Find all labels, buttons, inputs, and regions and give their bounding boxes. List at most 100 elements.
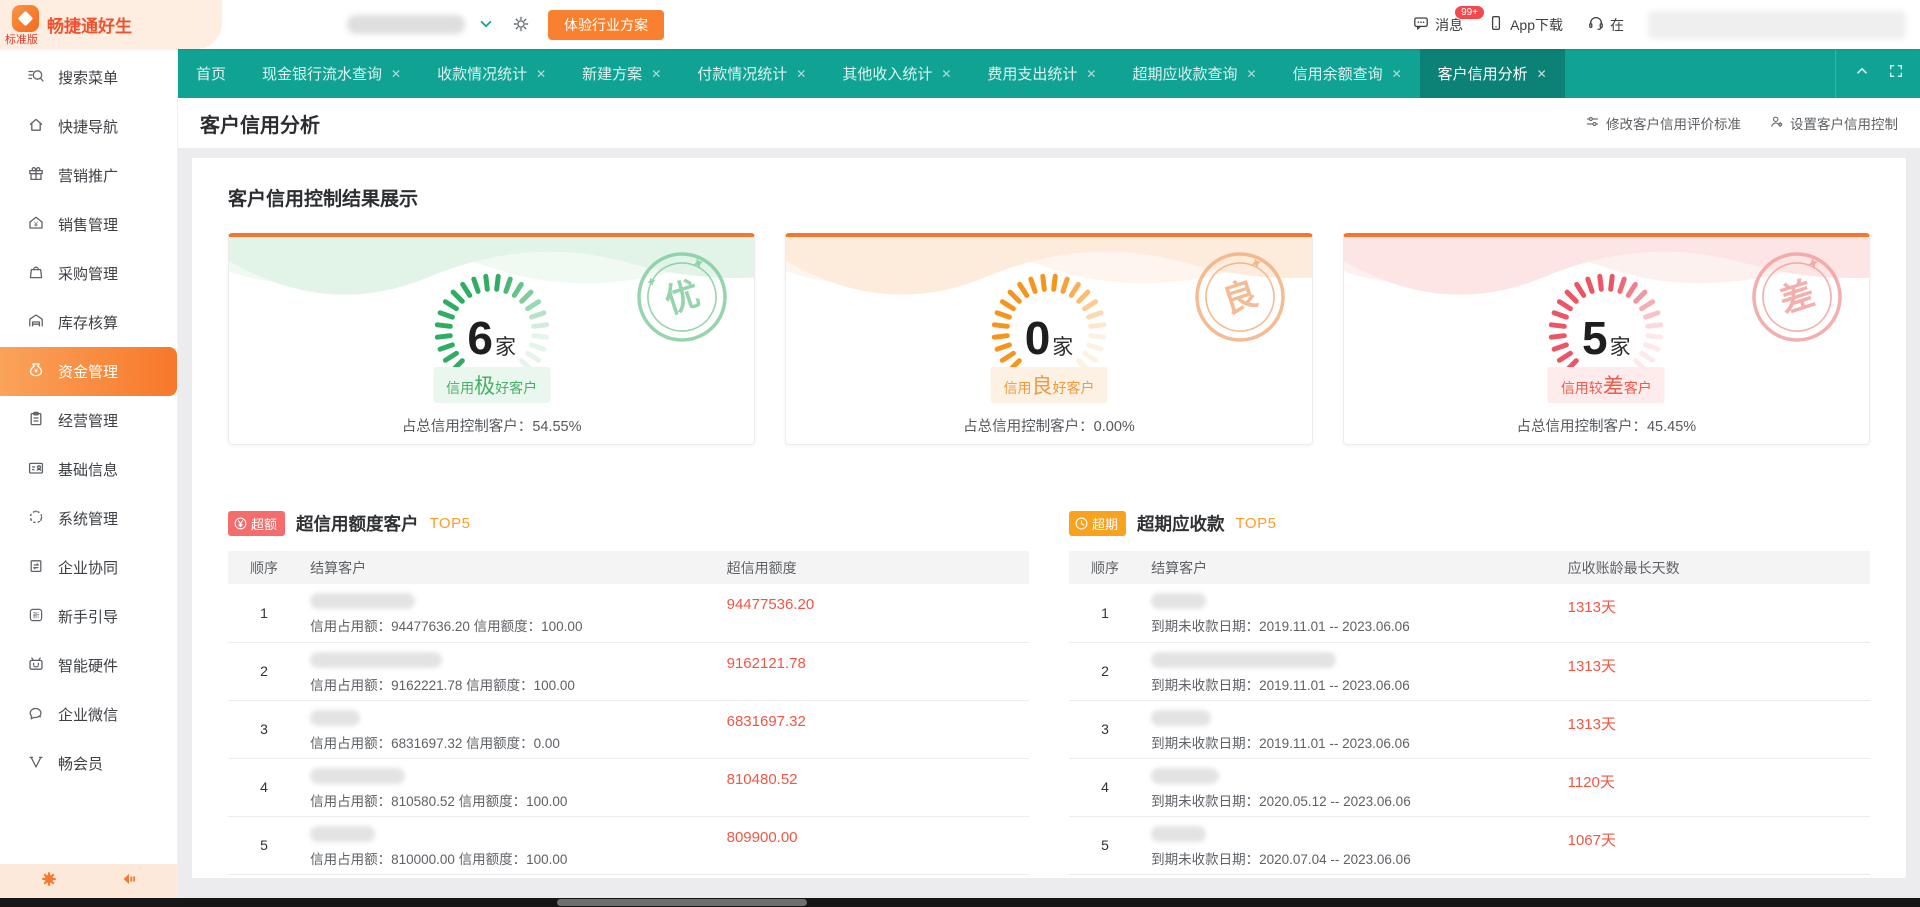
close-icon[interactable]: ✕: [1392, 67, 1402, 81]
sidebar-item-sales-mgmt[interactable]: ¥ 销售管理: [0, 200, 177, 249]
trial-industry-plan-button[interactable]: 体验行业方案: [548, 10, 664, 40]
gear-icon[interactable]: [512, 15, 530, 38]
rank-cell: 5: [228, 816, 301, 875]
clock-icon: [1075, 517, 1088, 530]
sidebar-item-label: 采购管理: [58, 266, 119, 283]
label-pre: 信用: [1003, 380, 1032, 396]
sidebar-item-search-menu[interactable]: 搜索菜单: [0, 53, 177, 102]
over-credit-table-block: 超额 超信用额度客户 TOP5 顺序 结算客户 超信用额度 1 信用占用额：94…: [228, 511, 1029, 875]
gift-icon: [27, 165, 45, 187]
count-value: 0: [1024, 312, 1051, 364]
content-area: 客户信用控制结果展示 6家 信用极好客户 占总信用控制客户：54.55% 优 0…: [178, 148, 1920, 898]
messages-button[interactable]: 消息 99+: [1412, 5, 1486, 35]
table-row: 3 到期未收款日期：2019.11.01 -- 2023.06.06 1313天: [1069, 700, 1870, 759]
close-icon[interactable]: ✕: [1247, 67, 1257, 81]
rank-cell: 1: [1069, 584, 1142, 643]
close-icon[interactable]: ✕: [941, 67, 951, 81]
collapse-tabs-icon[interactable]: [1854, 63, 1870, 84]
overdue-badge: 超期: [1069, 511, 1127, 536]
close-icon[interactable]: ✕: [651, 67, 661, 81]
customer-cell: 到期未收款日期：2019.11.01 -- 2023.06.06: [1141, 642, 1558, 701]
customer-name-redacted: [310, 767, 406, 784]
customer-cell: 信用占用额：94477636.20 信用额度：100.00: [300, 584, 717, 643]
close-icon[interactable]: ✕: [1537, 67, 1547, 81]
tab-cash-bank-flow-query[interactable]: 现金银行流水查询 ✕: [244, 49, 419, 98]
customer-cell: 信用占用额：6831697.32 信用额度：0.00: [300, 700, 717, 759]
sidebar-item-label: 智能硬件: [58, 658, 119, 675]
tab-expense-stats[interactable]: 费用支出统计 ✕: [969, 49, 1114, 98]
customer-name-redacted: [1151, 651, 1337, 668]
tab-label: 超期应收款查询: [1132, 66, 1238, 83]
sidebar-item-purchase-mgmt[interactable]: 采购管理: [0, 249, 177, 298]
headset-icon: [1587, 14, 1605, 35]
page-actions: 修改客户信用评价标准 设置客户信用控制: [1585, 113, 1898, 133]
sidebar-item-wecom[interactable]: 企业微信: [0, 690, 177, 739]
sidebar-item-label: 系统管理: [58, 511, 119, 528]
sidebar-item-label: 经营管理: [58, 413, 119, 430]
close-icon[interactable]: ✕: [536, 67, 546, 81]
modify-credit-standard-link[interactable]: 修改客户信用评价标准: [1585, 113, 1741, 133]
rank-cell: 4: [1069, 758, 1142, 817]
sidebar-item-smart-hardware[interactable]: 智能硬件: [0, 641, 177, 690]
sidebar-item-marketing[interactable]: 营销推广: [0, 151, 177, 200]
sidebar-item-member[interactable]: 畅会员: [0, 739, 177, 788]
tab-home[interactable]: 首页: [178, 49, 244, 98]
tab-label: 现金银行流水查询: [262, 66, 383, 83]
table-row: 1 信用占用额：94477636.20 信用额度：100.00 94477536…: [228, 584, 1029, 643]
label-big: 极: [474, 375, 496, 398]
sidebar-item-quick-nav[interactable]: 快捷导航: [0, 102, 177, 151]
count-value: 5: [1582, 312, 1608, 364]
online-service-button[interactable]: 在: [1587, 14, 1624, 35]
sidebar-item-funds-mgmt[interactable]: ¥ 资金管理: [0, 347, 177, 396]
fullscreen-icon[interactable]: [1888, 63, 1904, 84]
chevron-down-icon[interactable]: [478, 16, 494, 37]
tab-customer-credit-analysis[interactable]: 客户信用分析 ✕: [1419, 49, 1565, 98]
credit-detail: 信用占用额：94477636.20 信用额度：100.00: [310, 619, 583, 634]
count-unit: 家: [494, 336, 516, 359]
sliders-icon: [1585, 114, 1600, 132]
tab-label: 新建方案: [582, 66, 643, 83]
rating-seal-poor: 差: [1752, 252, 1842, 342]
sidebar-item-system-mgmt[interactable]: 系统管理: [0, 494, 177, 543]
sidebar-item-label: 销售管理: [58, 217, 119, 234]
sidebar-item-newbie-guide[interactable]: 新 新手引导: [0, 592, 177, 641]
count-unit: 家: [1052, 336, 1074, 359]
settings-gear-icon[interactable]: [40, 870, 58, 893]
money-bag-icon: ¥: [27, 361, 45, 383]
close-icon[interactable]: ✕: [391, 67, 401, 81]
customer-name-redacted: [1151, 767, 1220, 784]
tab-overdue-receivables-query[interactable]: 超期应收款查询 ✕: [1114, 49, 1274, 98]
tab-new-plan[interactable]: 新建方案 ✕: [564, 49, 679, 98]
tab-payment-stats[interactable]: 付款情况统计 ✕: [679, 49, 824, 98]
sidebar-item-inventory-accounting[interactable]: 库存核算: [0, 298, 177, 347]
clipboard-icon: [27, 410, 45, 432]
percent-label: 占总信用控制客户：: [963, 419, 1094, 435]
collapse-sidebar-icon[interactable]: [119, 870, 137, 893]
rank-cell: 5: [1069, 816, 1142, 875]
scrollbar-thumb[interactable]: [557, 899, 807, 906]
over-credit-badge: 超额: [228, 511, 286, 536]
close-icon[interactable]: ✕: [1086, 67, 1096, 81]
phone-icon: [1487, 14, 1505, 35]
customer-cell: 到期未收款日期：2020.07.04 -- 2023.06.06: [1141, 816, 1558, 875]
page-title: 客户信用分析: [200, 114, 320, 137]
percent-value: 54.55%: [532, 419, 582, 435]
col-header-over-credit: 超信用额度: [716, 551, 1029, 584]
set-credit-control-link[interactable]: 设置客户信用控制: [1769, 113, 1898, 133]
shopping-bag-icon: [27, 263, 45, 285]
credit-panel: 客户信用控制结果展示 6家 信用极好客户 占总信用控制客户：54.55% 优 0…: [192, 158, 1906, 878]
overdue-receivables-table-block: 超期 超期应收款 TOP5 顺序 结算客户 应收账龄最长天数 1 到期未收款日期…: [1069, 511, 1870, 875]
sidebar-item-base-info[interactable]: 基础信息: [0, 445, 177, 494]
sidebar-item-enterprise-collab[interactable]: 企业协同: [0, 543, 177, 592]
sidebar-item-business-mgmt[interactable]: 经营管理: [0, 396, 177, 445]
horizontal-scrollbar[interactable]: [0, 898, 1920, 907]
customer-name-redacted: [310, 593, 416, 609]
yuan-circle-icon: [234, 517, 247, 530]
tab-other-income-stats[interactable]: 其他收入统计 ✕: [824, 49, 969, 98]
tab-receipt-stats[interactable]: 收款情况统计 ✕: [419, 49, 564, 98]
tab-credit-balance-query[interactable]: 信用余额查询 ✕: [1275, 49, 1420, 98]
sidebar-item-label: 基础信息: [58, 462, 119, 479]
top5-label: TOP5: [429, 515, 471, 532]
app-download-button[interactable]: App下载: [1487, 14, 1563, 35]
close-icon[interactable]: ✕: [796, 67, 806, 81]
